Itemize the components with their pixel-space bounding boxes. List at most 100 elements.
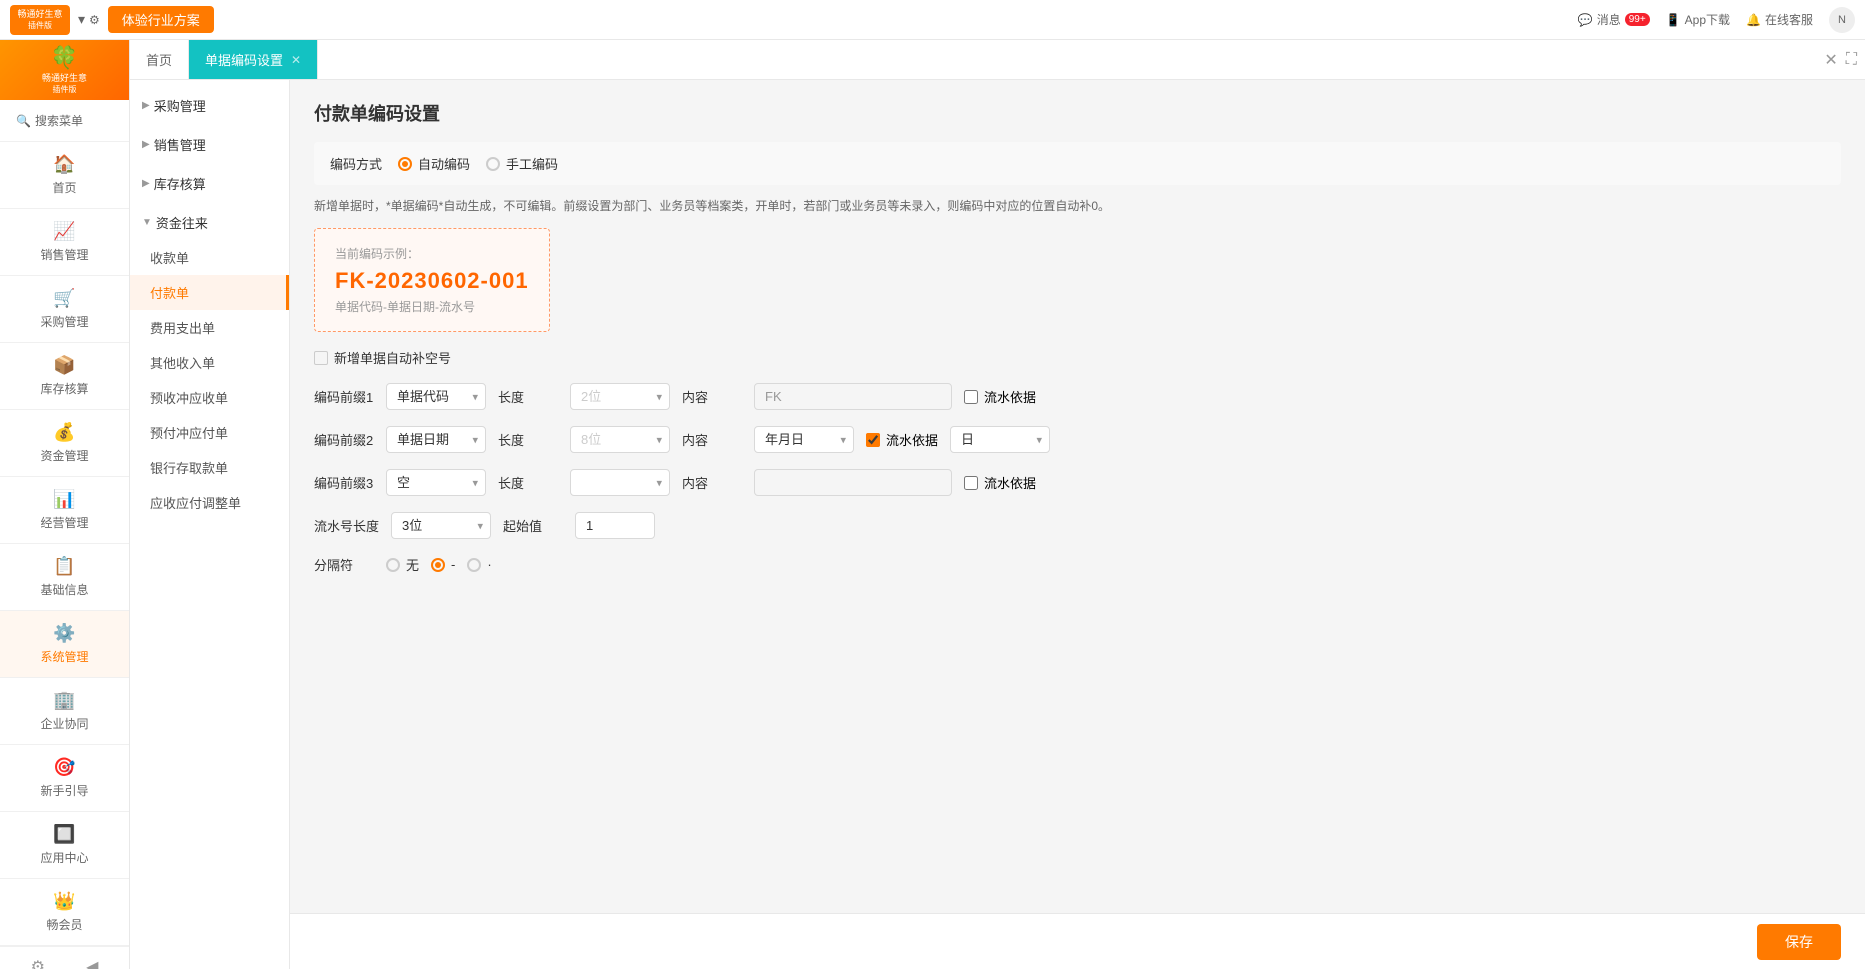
prefix3-length-select[interactable] [570,469,670,496]
separator-label: 分隔符 [314,555,374,574]
settings-icon[interactable]: ⚙ [89,13,100,27]
group-purchase: ▶ 采购管理 [130,88,289,123]
main-layout: 🍀 畅通好生意插件版 🔍 搜索菜单 🏠 首页 📈 销售管理 🛒 采购管理 📦 库… [0,40,1865,969]
auto-encode-radio[interactable]: 自动编码 [398,154,470,173]
prefix2-length-label: 长度 [498,430,558,449]
prefix1-length-label: 长度 [498,387,558,406]
sidebar-item-system[interactable]: ⚙️ 系统管理 [0,611,129,678]
sidebar-item-enterprise[interactable]: 🏢 企业协同 [0,678,129,745]
separator-row: 分隔符 无 - · [314,555,1841,574]
encode-radio-group: 自动编码 手工编码 [398,154,558,173]
prefix2-serial-unit-select[interactable]: 日 [950,426,1050,453]
sidebar-item-bank[interactable]: 银行存取款单 [130,450,289,485]
sep-dash-radio[interactable]: - [431,557,455,572]
prefix1-content-input [754,383,952,410]
sidebar-item-payment[interactable]: 付款单 [130,275,289,310]
sidebar-item-apps[interactable]: 🔲 应用中心 [0,812,129,879]
prefix1-serial-checkbox[interactable] [964,390,978,404]
prefix2-length-select[interactable]: 8位 [570,426,670,453]
sidebar-item-expense[interactable]: 费用支出单 [130,310,289,345]
prefix1-select[interactable]: 单据代码 [386,383,486,410]
sidebar-item-sales[interactable]: 📈 销售管理 [0,209,129,276]
user-avatar[interactable]: N [1829,7,1855,33]
start-value-input[interactable] [575,512,655,539]
tab-home[interactable]: 首页 [130,40,189,79]
bottom-collapse-icon[interactable]: ◀ [86,957,98,969]
sidebar-search[interactable]: 🔍 搜索菜单 [0,100,129,142]
prefix3-serial-checkbox[interactable] [964,476,978,490]
sep-dot-radio[interactable]: · [467,557,491,572]
sep-dot-dot [467,558,481,572]
prefix2-serial-checkbox[interactable] [866,433,880,447]
content-area: 首页 单据编码设置 ✕ ✕ ⛶ ▶ 采购管理 [130,40,1865,969]
group-purchase-title[interactable]: ▶ 采购管理 [130,88,289,123]
prefix1-label: 编码前缀1 [314,387,374,406]
enterprise-icon: 🏢 [53,690,75,711]
serial-length-row: 流水号长度 3位 起始值 [314,512,1841,539]
tab-encode-settings[interactable]: 单据编码设置 ✕ [189,40,318,79]
sep-none-radio[interactable]: 无 [386,555,419,574]
prefix1-length-select[interactable]: 2位 [570,383,670,410]
left-sidebar: 🍀 畅通好生意插件版 🔍 搜索菜单 🏠 首页 📈 销售管理 🛒 采购管理 📦 库… [0,40,130,969]
save-button[interactable]: 保存 [1757,924,1841,960]
group-sales-title[interactable]: ▶ 销售管理 [130,127,289,162]
msg-count-badge: 99+ [1625,13,1650,26]
search-menu-btn[interactable]: 🔍 搜索菜单 [8,108,121,133]
sidebar-item-inventory[interactable]: 📦 库存核算 [0,343,129,410]
prefix3-select[interactable]: 空 [386,469,486,496]
group-inventory: ▶ 库存核算 [130,166,289,201]
sidebar-item-member[interactable]: 👑 畅会员 [0,879,129,946]
example-prefix: 当前编码示例： [335,245,529,262]
sidebar-item-prepayment-receive[interactable]: 预收冲应收单 [130,380,289,415]
member-icon: 👑 [53,891,75,912]
online-service-btn[interactable]: 🔔 在线客服 [1746,11,1813,28]
bottom-bar: 保存 [290,913,1865,969]
group-capital-title[interactable]: ▼ 资金往来 [130,205,289,240]
bottom-settings-icon[interactable]: ⚙ [31,957,45,969]
manual-encode-radio[interactable]: 手工编码 [486,154,558,173]
messages-btn[interactable]: 💬 消息 99+ [1578,11,1650,28]
auto-fill-checkbox[interactable] [314,351,328,365]
prefix2-row: 编码前缀2 单据日期 长度 8位 内容 [314,426,1841,453]
example-box: 当前编码示例： FK-20230602-001 单据代码-单据日期-流水号 [314,228,550,332]
start-value-label: 起始值 [503,516,563,535]
sales-icon: 📈 [53,221,75,242]
nav-dropdown[interactable]: ▾ [78,11,85,28]
prefix2-length-wrapper: 8位 [570,426,670,453]
prefix3-length-label: 长度 [498,473,558,492]
page-title: 付款单编码设置 [314,100,1841,126]
tab-expand-icon[interactable]: ⛶ [1846,51,1857,69]
top-bar-left: 畅通好生意插件版 ▾ ⚙ 体验行业方案 [10,5,214,35]
sidebar-item-finance[interactable]: 💰 资金管理 [0,410,129,477]
tab-close-icon[interactable]: ✕ [291,53,301,67]
serial-length-wrapper: 3位 [391,512,491,539]
sidebar-item-receipt[interactable]: 收款单 [130,240,289,275]
sidebar-item-purchase[interactable]: 🛒 采购管理 [0,276,129,343]
prefix2-select[interactable]: 单据日期 [386,426,486,453]
app-download-btn[interactable]: 📱 App下载 [1666,11,1730,28]
serial-length-label: 流水号长度 [314,516,379,535]
trial-btn[interactable]: 体验行业方案 [108,6,214,33]
sidebar-item-other-income[interactable]: 其他收入单 [130,345,289,380]
manual-encode-dot [486,157,500,171]
group-inventory-title[interactable]: ▶ 库存核算 [130,166,289,201]
sidebar-item-operations[interactable]: 📊 经营管理 [0,477,129,544]
example-code: FK-20230602-001 [335,268,529,294]
sidebar-item-basic[interactable]: 📋 基础信息 [0,544,129,611]
top-bar: 畅通好生意插件版 ▾ ⚙ 体验行业方案 💬 消息 99+ 📱 App下载 🔔 在… [0,0,1865,40]
sidebar-item-newbie[interactable]: 🎯 新手引导 [0,745,129,812]
operations-icon: 📊 [53,489,75,510]
home-icon: 🏠 [53,154,75,175]
sidebar-item-home[interactable]: 🏠 首页 [0,142,129,209]
group-capital: ▼ 资金往来 收款单 付款单 费用支出单 其他收入单 预收冲应收单 预付冲应付单… [130,205,289,520]
sep-dash-dot [431,558,445,572]
sidebar-item-prepayment-pay[interactable]: 预付冲应付单 [130,415,289,450]
prefix3-serial-check: 流水依据 [964,473,1036,492]
serial-length-select[interactable]: 3位 [391,512,491,539]
prefix2-content-select[interactable]: 年月日 [754,426,854,453]
sidebar-item-adjustment[interactable]: 应收应付调整单 [130,485,289,520]
prefix2-select-wrapper: 单据日期 [386,426,486,453]
prefix2-serial-label: 流水依据 [886,430,938,449]
encode-method-row: 编码方式 自动编码 手工编码 [314,142,1841,185]
tab-minimize-icon[interactable]: ✕ [1824,50,1837,70]
